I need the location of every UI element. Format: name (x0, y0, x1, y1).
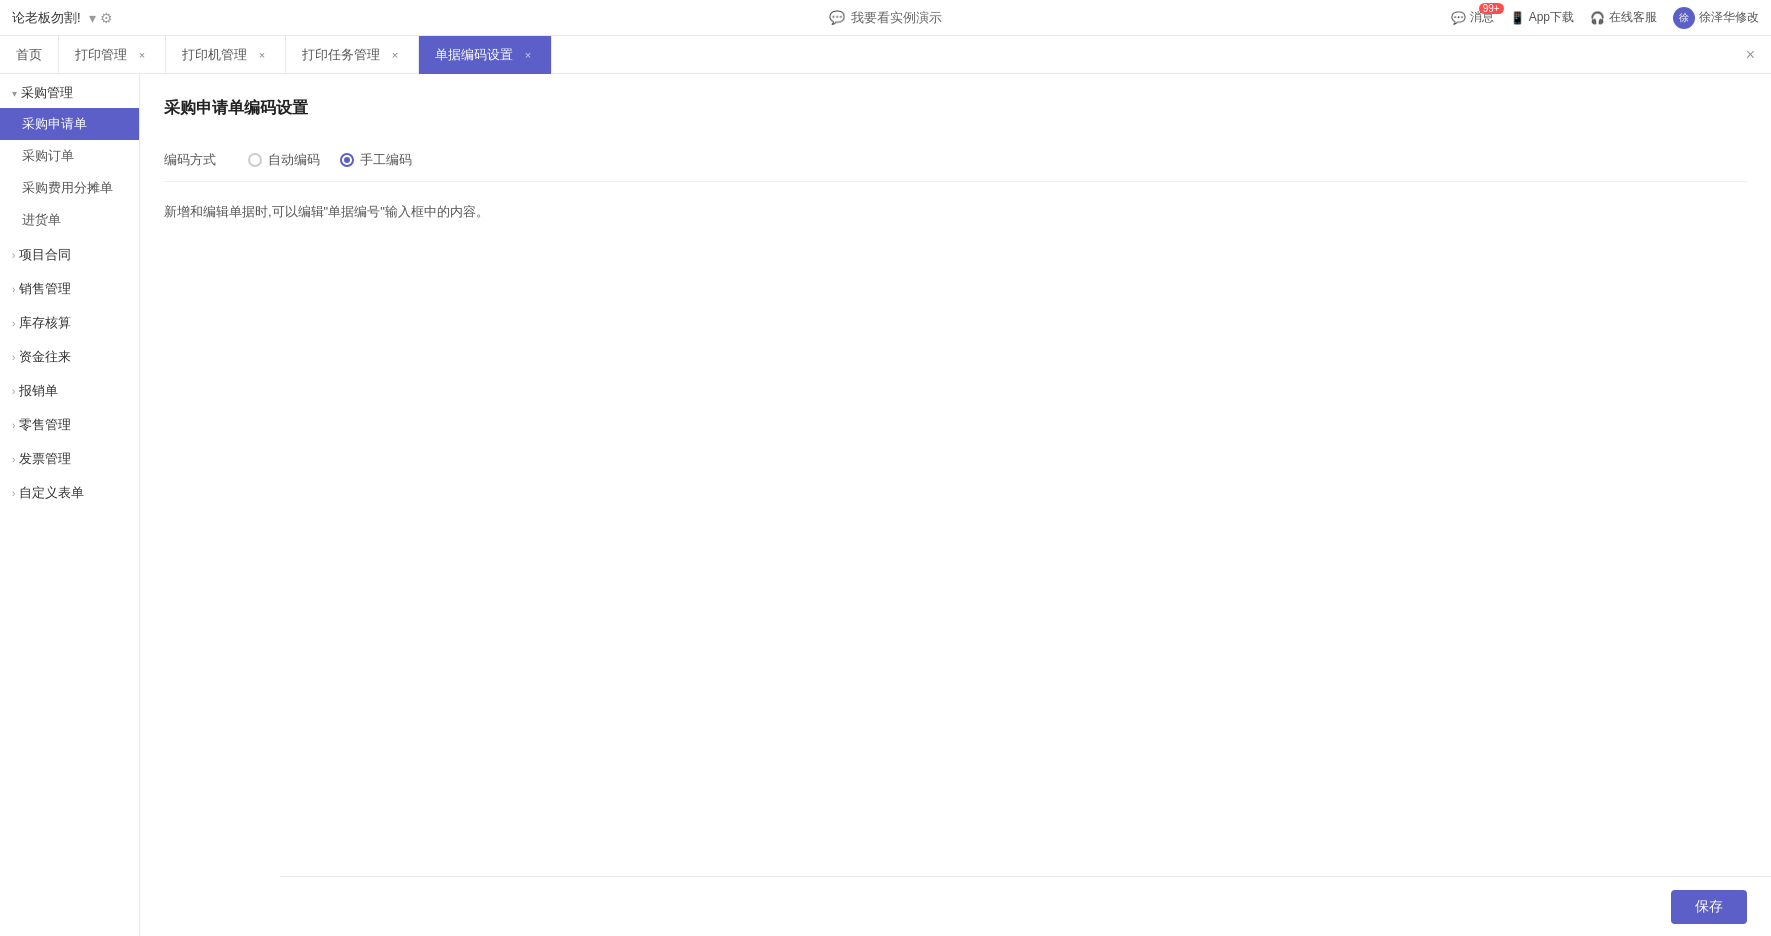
tab-print-task-mgmt[interactable]: 打印任务管理 × (286, 36, 419, 74)
sidebar-group-purchase-mgmt-label: 采购管理 (21, 84, 73, 102)
sidebar-group-inventory-label: 库存核算 (19, 314, 71, 332)
sidebar-group-sales-mgmt[interactable]: › 销售管理 (0, 270, 139, 304)
chevron-right-icon-7: › (12, 454, 15, 465)
info-text: 新增和编辑单据时,可以编辑"单据编号"输入框中的内容。 (164, 202, 1747, 223)
save-button[interactable]: 保存 (1671, 890, 1747, 924)
user-profile[interactable]: 徐 徐泽华修改 (1673, 7, 1759, 29)
app-download-label: App下载 (1529, 9, 1574, 26)
sidebar-group-custom-forms[interactable]: › 自定义表单 (0, 474, 139, 508)
sidebar-group-purchase-mgmt-items: 采购申请单 采购订单 采购费用分摊单 进货单 (0, 108, 139, 236)
chevron-right-icon-4: › (12, 352, 15, 363)
message-icon: 💬 (1451, 11, 1466, 25)
content-inner: 采购申请单编码设置 编码方式 自动编码 手工编码 新增和编辑单据时,可以编辑"单… (140, 74, 1771, 936)
chevron-down-icon: ▾ (12, 88, 17, 99)
online-service-button[interactable]: 🎧 在线客服 (1590, 9, 1657, 26)
sidebar-group-sales-mgmt-label: 销售管理 (19, 280, 71, 298)
encoding-row: 编码方式 自动编码 手工编码 (164, 139, 1747, 182)
sidebar-item-purchase-request[interactable]: 采购申请单 (0, 108, 139, 140)
sidebar-group-custom-forms-label: 自定义表单 (19, 484, 84, 502)
dropdown-icon[interactable]: ▾ (89, 10, 96, 26)
tab-printer-mgmt[interactable]: 打印机管理 × (166, 36, 286, 74)
tab-single-code-settings-close[interactable]: × (521, 48, 535, 62)
top-bar-right: 💬 消息 99+ 📱 App下载 🎧 在线客服 徐 徐泽华修改 (1451, 7, 1759, 29)
auto-code-label: 自动编码 (268, 151, 320, 169)
tab-single-code-settings-label: 单据编码设置 (435, 46, 513, 64)
sidebar-item-purchase-expense[interactable]: 采购费用分摊单 (0, 172, 139, 204)
sidebar-group-retail-mgmt-label: 零售管理 (19, 416, 71, 434)
tab-print-mgmt-close[interactable]: × (135, 48, 149, 62)
radio-auto-code[interactable]: 自动编码 (248, 151, 320, 169)
radio-group: 自动编码 手工编码 (248, 151, 412, 169)
demo-link[interactable]: 💬 我要看实例演示 (829, 9, 942, 27)
chevron-right-icon-1: › (12, 250, 15, 261)
sidebar-group-inventory[interactable]: › 库存核算 (0, 304, 139, 338)
radio-manual-code[interactable]: 手工编码 (340, 151, 412, 169)
main-layout: ▾ 采购管理 采购申请单 采购订单 采购费用分摊单 进货单 › 项目合同 › 销… (0, 74, 1771, 936)
tab-print-task-mgmt-label: 打印任务管理 (302, 46, 380, 64)
sidebar: ▾ 采购管理 采购申请单 采购订单 采购费用分摊单 进货单 › 项目合同 › 销… (0, 74, 140, 936)
app-download-button[interactable]: 📱 App下载 (1510, 9, 1574, 26)
tab-printer-mgmt-close[interactable]: × (255, 48, 269, 62)
user-name: 徐泽华修改 (1699, 9, 1759, 26)
top-bar: 论老板勿割! ▾ ⚙ 💬 我要看实例演示 💬 消息 99+ 📱 App下载 🎧 … (0, 0, 1771, 36)
message-button[interactable]: 💬 消息 99+ (1451, 9, 1494, 26)
tab-print-task-mgmt-close[interactable]: × (388, 48, 402, 62)
page-title: 采购申请单编码设置 (164, 98, 1747, 119)
chevron-right-icon-3: › (12, 318, 15, 329)
tab-printer-mgmt-label: 打印机管理 (182, 46, 247, 64)
sidebar-item-purchase-order[interactable]: 采购订单 (0, 140, 139, 172)
message-badge: 99+ (1479, 3, 1504, 14)
sidebar-group-project-contract[interactable]: › 项目合同 (0, 236, 139, 270)
app-title: 论老板勿割! (12, 9, 81, 27)
tab-single-code-settings[interactable]: 单据编码设置 × (419, 36, 552, 74)
sidebar-group-retail-mgmt[interactable]: › 零售管理 (0, 406, 139, 440)
avatar: 徐 (1673, 7, 1695, 29)
tab-bar: 首页 打印管理 × 打印机管理 × 打印任务管理 × 单据编码设置 × × (0, 36, 1771, 74)
radio-auto-circle (248, 153, 262, 167)
bottom-bar: 保存 (280, 876, 1771, 936)
tab-print-mgmt-label: 打印管理 (75, 46, 127, 64)
encoding-method-label: 编码方式 (164, 151, 224, 169)
chat-icon: 💬 (829, 10, 845, 25)
sidebar-group-invoice-mgmt[interactable]: › 发票管理 (0, 440, 139, 474)
sidebar-group-capital-flow-label: 资金往来 (19, 348, 71, 366)
tab-print-mgmt[interactable]: 打印管理 × (59, 36, 166, 74)
settings-icon[interactable]: ⚙ (100, 10, 113, 26)
sidebar-group-project-contract-label: 项目合同 (19, 246, 71, 264)
tab-home-label: 首页 (16, 46, 42, 64)
sidebar-item-stock-in[interactable]: 进货单 (0, 204, 139, 236)
app-download-icon: 📱 (1510, 11, 1525, 25)
content-area: 采购申请单编码设置 编码方式 自动编码 手工编码 新增和编辑单据时,可以编辑"单… (140, 74, 1771, 936)
tab-home[interactable]: 首页 (0, 36, 59, 74)
manual-code-label: 手工编码 (360, 151, 412, 169)
chevron-right-icon-5: › (12, 386, 15, 397)
chevron-right-icon-8: › (12, 488, 15, 499)
tab-bar-close-all: × (552, 42, 1771, 68)
sidebar-group-purchase-mgmt[interactable]: ▾ 采购管理 (0, 74, 139, 108)
chevron-right-icon-6: › (12, 420, 15, 431)
radio-manual-circle (340, 153, 354, 167)
top-bar-left: 论老板勿割! ▾ ⚙ (12, 9, 113, 27)
sidebar-group-capital-flow[interactable]: › 资金往来 (0, 338, 139, 372)
top-bar-controls: ▾ ⚙ (89, 10, 113, 26)
sidebar-group-returns[interactable]: › 报销单 (0, 372, 139, 406)
sidebar-group-invoice-mgmt-label: 发票管理 (19, 450, 71, 468)
online-service-label: 在线客服 (1609, 9, 1657, 26)
chevron-right-icon-2: › (12, 284, 15, 295)
demo-text: 我要看实例演示 (851, 9, 942, 27)
close-all-icon[interactable]: × (1738, 42, 1763, 68)
headset-icon: 🎧 (1590, 11, 1605, 25)
sidebar-group-returns-label: 报销单 (19, 382, 58, 400)
